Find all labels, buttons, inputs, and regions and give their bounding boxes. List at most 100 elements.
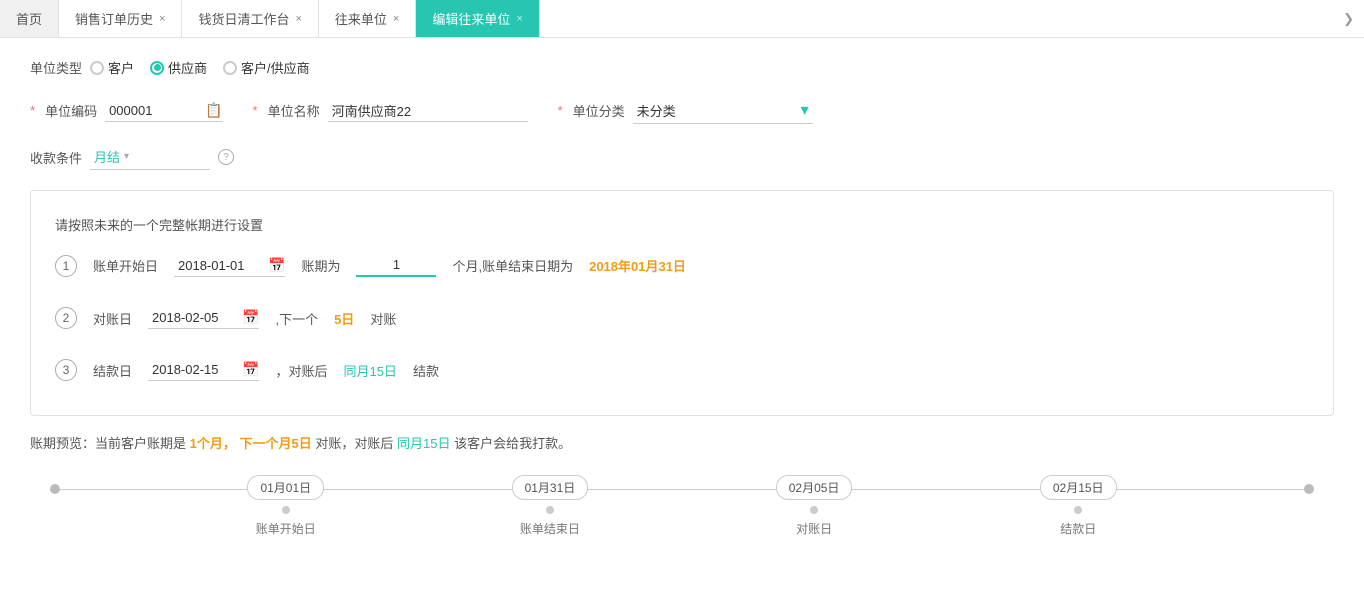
timeline-badge-4: 02月15日	[1040, 475, 1117, 500]
unit-category-arrow: ▾	[801, 100, 809, 120]
step-3-calendar-icon[interactable]: 📅	[242, 361, 259, 378]
tab-bar: 首页 销售订单历史 × 钱货日清工作台 × 往来单位 × 编辑往来单位 × ❯	[0, 0, 1364, 38]
unit-code-field: * 单位编码 📋	[30, 100, 223, 122]
radio-both-label: 客户/供应商	[241, 58, 310, 77]
radio-both-circle	[223, 61, 237, 75]
step-2-suffix-pre: ,下一个	[275, 309, 318, 328]
timeline-nodes: 01月01日 账单开始日 01月31日 账单结束日 02月05日 对账日 02月…	[50, 475, 1314, 537]
timeline-start-end-dot	[50, 484, 60, 494]
tab-home[interactable]: 首页	[0, 0, 59, 37]
step-2-date-wrapper: 📅	[148, 307, 259, 329]
radio-customer-label: 客户	[108, 58, 134, 77]
radio-both[interactable]: 客户/供应商	[223, 58, 310, 77]
unit-name-input[interactable]	[328, 100, 528, 122]
timeline-dot-2	[546, 506, 554, 514]
step-2-number: 2	[55, 307, 77, 329]
timeline-label-4: 结款日	[1060, 520, 1096, 537]
card-instruction: 请按照未来的一个完整帐期进行设置	[55, 215, 1309, 234]
step-2-suffix-post: 对账	[370, 309, 396, 328]
tab-partner-units-close[interactable]: ×	[393, 13, 399, 25]
timeline-badge-1: 01月01日	[247, 475, 324, 500]
radio-customer[interactable]: 客户	[90, 58, 134, 77]
timeline-node-2: 01月31日 账单结束日	[512, 475, 589, 537]
tab-more-icon: ❯	[1343, 11, 1354, 27]
tab-more-button[interactable]: ❯	[1333, 0, 1364, 37]
unit-info-row: * 单位编码 📋 * 单位名称 * 单位分类 未分类 ▾	[30, 97, 1334, 124]
payment-terms-value: 月结	[94, 147, 120, 166]
timeline-node-3: 02月05日 对账日	[776, 475, 853, 537]
unit-category-label: 单位分类	[573, 101, 625, 120]
step-1-number: 1	[55, 255, 77, 277]
step-1-period-label: 账期为	[301, 256, 340, 275]
preview-label: 账期预览：当前客户账期是	[30, 436, 186, 451]
step-3-number: 3	[55, 359, 77, 381]
tab-home-label: 首页	[16, 9, 42, 28]
timeline-dot-1	[282, 506, 290, 514]
tab-sales-history-label: 销售订单历史	[75, 9, 153, 28]
timeline-label-2: 账单结束日	[520, 520, 580, 537]
unit-name-star: *	[253, 103, 258, 118]
tab-cash-reconciliation[interactable]: 钱货日清工作台 ×	[182, 0, 318, 37]
unit-category-field: * 单位分类 未分类 ▾	[558, 97, 813, 124]
step-1-period-input[interactable]	[356, 254, 436, 277]
step-1-label: 账单开始日	[93, 256, 158, 275]
step-1-date-wrapper: 📅	[174, 255, 285, 277]
radio-supplier-circle	[150, 61, 164, 75]
payment-terms-dropdown[interactable]: 月结 ▾	[90, 144, 210, 170]
payment-terms-label: 收款条件	[30, 148, 82, 167]
step-2-suffix-highlight: 5日	[334, 309, 354, 328]
timeline-node-1: 01月01日 账单开始日	[247, 475, 324, 537]
unit-code-input[interactable]	[105, 100, 205, 121]
unit-category-star: *	[558, 103, 563, 118]
tab-partner-units[interactable]: 往来单位 ×	[319, 0, 416, 37]
step-1-row: 1 账单开始日 📅 账期为 个月,账单结束日期为 2018年01月31日	[55, 254, 1309, 277]
step-3-suffix-post: 结款	[413, 361, 439, 380]
timeline-badge-2: 01月31日	[512, 475, 589, 500]
payment-terms-help-icon[interactable]: ?	[218, 149, 234, 165]
unit-code-input-wrapper: 📋	[105, 100, 222, 122]
tab-cash-reconciliation-close[interactable]: ×	[295, 13, 301, 25]
step-2-row: 2 对账日 📅 ,下一个5日对账	[55, 307, 1309, 329]
step-1-calendar-icon[interactable]: 📅	[268, 257, 285, 274]
unit-category-dropdown[interactable]: 未分类 ▾	[633, 97, 813, 124]
radio-supplier[interactable]: 供应商	[150, 58, 207, 77]
timeline-node-4: 02月15日 结款日	[1040, 475, 1117, 537]
step-3-row: 3 结款日 📅 ，对账后同月15日结款	[55, 359, 1309, 381]
unit-type-row: 单位类型 客户 供应商 客户/供应商	[30, 58, 1334, 77]
timeline-end-dot	[1304, 484, 1314, 494]
unit-code-star: *	[30, 103, 35, 118]
tab-sales-history-close[interactable]: ×	[159, 13, 165, 25]
preview-text-5: 该客户会给我打款。	[454, 436, 571, 451]
step-1-date-input[interactable]	[174, 255, 264, 276]
help-question-mark: ?	[223, 152, 229, 163]
step-2-calendar-icon[interactable]: 📅	[242, 309, 259, 326]
timeline-container: 01月01日 账单开始日 01月31日 账单结束日 02月05日 对账日 02月…	[50, 475, 1314, 537]
unit-type-field: 单位类型 客户 供应商 客户/供应商	[30, 58, 310, 77]
tab-edit-partner-close[interactable]: ×	[516, 13, 522, 25]
tab-partner-units-label: 往来单位	[335, 9, 387, 28]
radio-group: 客户 供应商 客户/供应商	[90, 58, 310, 77]
step-3-date-wrapper: 📅	[148, 359, 259, 381]
tab-edit-partner-label: 编辑往来单位	[432, 9, 510, 28]
timeline-end-wrapper	[1304, 484, 1314, 494]
unit-code-copy-icon[interactable]: 📋	[205, 102, 222, 119]
timeline-dot-3	[810, 506, 818, 514]
unit-code-label: 单位编码	[45, 101, 97, 120]
timeline-label-3: 对账日	[796, 520, 832, 537]
step-2-date-input[interactable]	[148, 307, 238, 328]
timeline-badge-3: 02月05日	[776, 475, 853, 500]
timeline-dot-4	[1074, 506, 1082, 514]
tab-sales-history[interactable]: 销售订单历史 ×	[59, 0, 182, 37]
tab-edit-partner[interactable]: 编辑往来单位 ×	[416, 0, 539, 37]
step-1-period-suffix: 个月,账单结束日期为	[452, 256, 573, 275]
settings-card: 请按照未来的一个完整帐期进行设置 1 账单开始日 📅 账期为 个月,账单结束日期…	[30, 190, 1334, 416]
step-1-end-date: 2018年01月31日	[589, 256, 686, 275]
payment-terms-field: 收款条件 月结 ▾ ?	[30, 144, 234, 170]
unit-category-value: 未分类	[637, 101, 797, 120]
step-3-date-input[interactable]	[148, 359, 238, 380]
preview-highlight-1: 1个月，	[190, 436, 236, 451]
timeline-label-1: 账单开始日	[256, 520, 316, 537]
preview-highlight-4: 同月15日	[397, 436, 450, 451]
step-3-suffix-highlight: 同月15日	[343, 361, 396, 380]
unit-name-field: * 单位名称	[253, 100, 528, 122]
